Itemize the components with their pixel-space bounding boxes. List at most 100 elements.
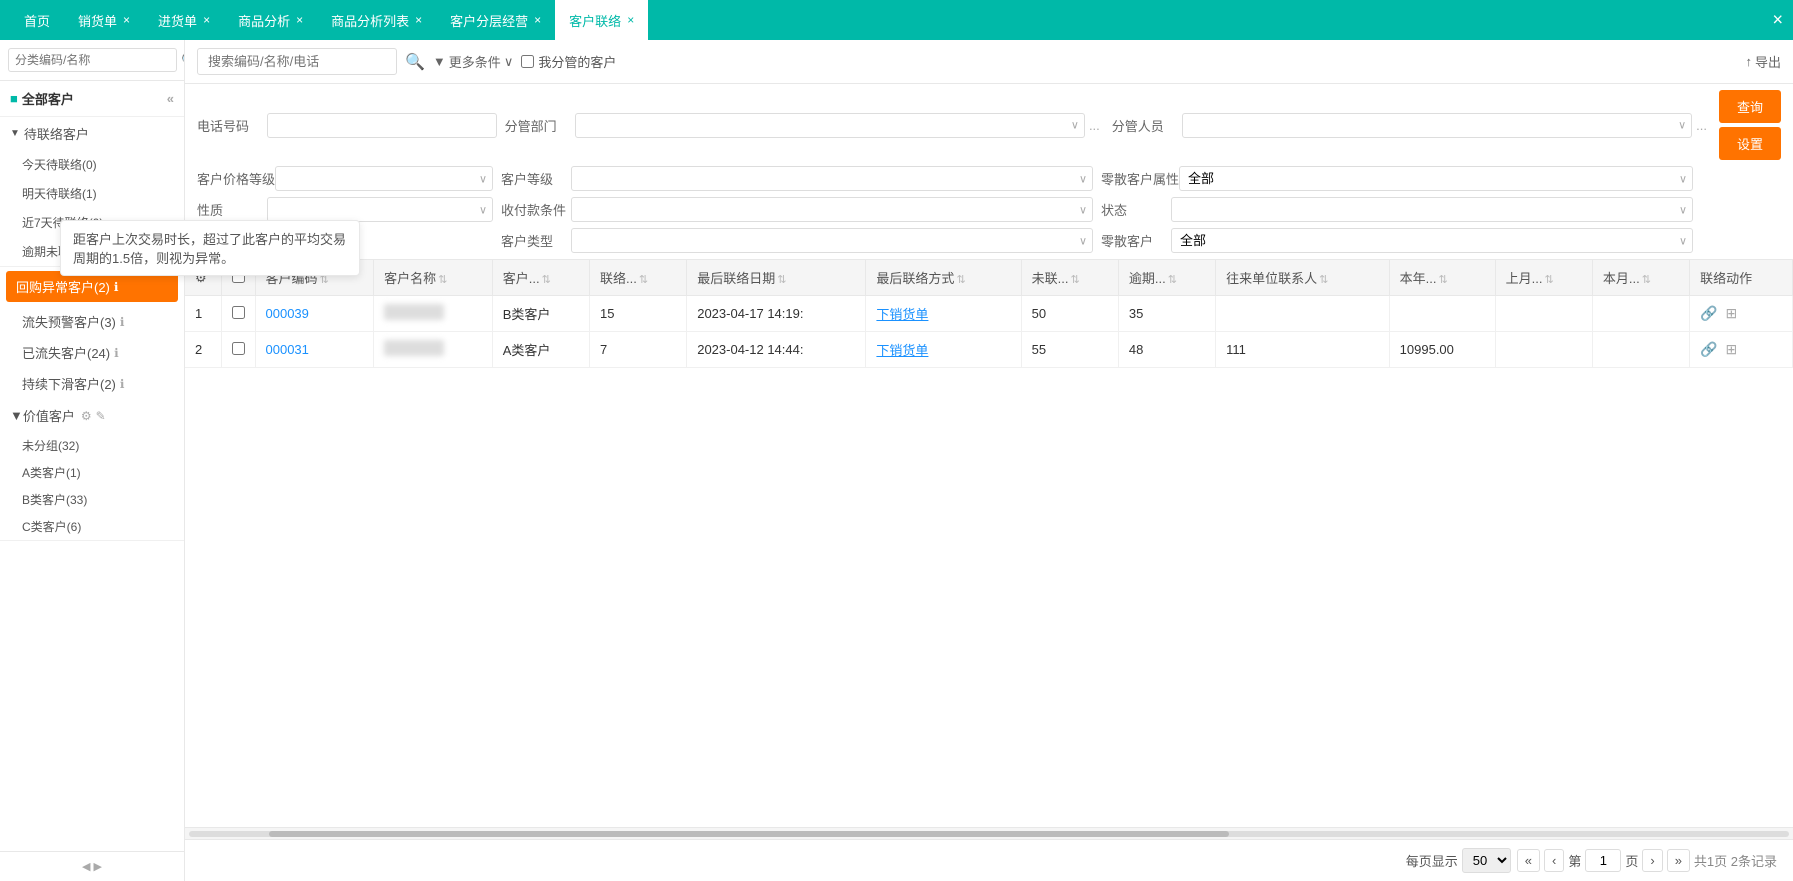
value-edit-icon[interactable]: ✎ bbox=[96, 409, 106, 423]
my-customer-filter[interactable]: 我分管的客户 bbox=[521, 52, 616, 71]
sidebar-lost-warning[interactable]: 流失预警客户(3) ℹ bbox=[0, 306, 184, 337]
close-customer-segment[interactable]: × bbox=[534, 13, 541, 27]
th-liaison[interactable]: 往来单位联系人⇅ bbox=[1216, 260, 1390, 296]
nav-customer-segment[interactable]: 客户分层经营 × bbox=[436, 0, 555, 40]
dept-select[interactable] bbox=[575, 113, 1085, 138]
export-button[interactable]: ↑ 导出 bbox=[1745, 52, 1781, 71]
nav-product-analysis-list[interactable]: 商品分析列表 × bbox=[317, 0, 436, 40]
th-action[interactable]: 联络动作 bbox=[1690, 260, 1793, 296]
page-number-input[interactable] bbox=[1585, 849, 1621, 872]
value-customer-title[interactable]: ▼ 价值客户 ⚙ ✎ bbox=[0, 399, 184, 432]
customer-type-select[interactable] bbox=[571, 228, 1093, 253]
nav-purchase-order[interactable]: 进货单 × bbox=[144, 0, 224, 40]
table-body: 1 000039 B类客户 15 2023-04-17 14:19: 下销货单 … bbox=[185, 296, 1793, 368]
pending-contact-title[interactable]: ▼ 待联络客户 bbox=[0, 117, 184, 150]
cell-action[interactable]: 🔗 ⊞ bbox=[1690, 296, 1793, 332]
horizontal-scrollbar[interactable] bbox=[185, 827, 1793, 839]
th-contact[interactable]: 联络...⇅ bbox=[589, 260, 686, 296]
close-product-analysis[interactable]: × bbox=[296, 13, 303, 27]
data-table-wrap: ⚙ 客户编码⇅ 客户名称⇅ 客户...⇅ 联络...⇅ 最后联络日期⇅ 最后联络… bbox=[185, 260, 1793, 827]
th-type[interactable]: 客户...⇅ bbox=[492, 260, 589, 296]
my-customer-checkbox[interactable] bbox=[521, 55, 534, 68]
scroll-thumb[interactable] bbox=[269, 831, 1229, 837]
th-this-month[interactable]: 本月...⇅ bbox=[1592, 260, 1689, 296]
action-link-icon[interactable]: 🔗 bbox=[1700, 305, 1717, 322]
cell-last-date: 2023-04-12 14:44: bbox=[687, 332, 866, 368]
close-purchase-order[interactable]: × bbox=[203, 13, 210, 27]
nav-sales-order[interactable]: 销货单 × bbox=[64, 0, 144, 40]
row-checkbox[interactable] bbox=[232, 342, 245, 355]
pay-term-select[interactable] bbox=[571, 197, 1093, 222]
close-product-analysis-list[interactable]: × bbox=[415, 13, 422, 27]
per-page-select[interactable]: 50 bbox=[1462, 848, 1511, 873]
already-lost-info-icon[interactable]: ℹ bbox=[114, 346, 119, 360]
cell-last-method[interactable]: 下销货单 bbox=[866, 296, 1021, 332]
cell-checkbox[interactable] bbox=[221, 332, 255, 368]
main-search-button[interactable]: 🔍 bbox=[405, 52, 425, 72]
grade-select-wrap: ∨ bbox=[571, 166, 1093, 191]
sidebar-tomorrow-pending[interactable]: 明天待联络(1) bbox=[0, 179, 184, 208]
close-window-button[interactable]: × bbox=[1772, 10, 1783, 31]
cell-name bbox=[374, 296, 493, 332]
th-overdue[interactable]: 逾期...⇅ bbox=[1118, 260, 1215, 296]
customer-type-label: 客户类型 bbox=[501, 231, 571, 250]
close-sales-order[interactable]: × bbox=[123, 13, 130, 27]
cell-checkbox[interactable] bbox=[221, 296, 255, 332]
next-page-button[interactable]: › bbox=[1642, 849, 1662, 872]
sidebar-already-lost[interactable]: 已流失客户(24) ℹ bbox=[0, 337, 184, 368]
last-page-button[interactable]: » bbox=[1667, 849, 1690, 872]
action-grid-icon[interactable]: ⊞ bbox=[1726, 305, 1738, 322]
cell-action[interactable]: 🔗 ⊞ bbox=[1690, 332, 1793, 368]
sidebar-declining[interactable]: 持续下滑客户(2) ℹ bbox=[0, 368, 184, 399]
retail-attr-select[interactable]: 全部 bbox=[1179, 166, 1693, 191]
lost-warning-info-icon[interactable]: ℹ bbox=[120, 315, 125, 329]
status-select[interactable] bbox=[1171, 197, 1693, 222]
scroll-track[interactable] bbox=[189, 831, 1789, 837]
sidebar-a-class[interactable]: A类客户(1) bbox=[0, 459, 184, 486]
prev-page-button[interactable]: ‹ bbox=[1544, 849, 1564, 872]
th-last-method[interactable]: 最后联络方式⇅ bbox=[866, 260, 1021, 296]
price-grade-select[interactable] bbox=[275, 166, 493, 191]
cell-this-month bbox=[1592, 332, 1689, 368]
action-grid-icon[interactable]: ⊞ bbox=[1726, 341, 1738, 358]
query-button[interactable]: 查询 bbox=[1719, 90, 1781, 123]
grade-select[interactable] bbox=[571, 166, 1093, 191]
settings-button[interactable]: 设置 bbox=[1719, 127, 1781, 160]
row-checkbox[interactable] bbox=[232, 306, 245, 319]
first-page-button[interactable]: « bbox=[1517, 849, 1540, 872]
more-conditions-button[interactable]: ▼ 更多条件 ∨ bbox=[433, 52, 513, 71]
abnormal-info-icon[interactable]: ℹ bbox=[114, 280, 119, 294]
close-customer-contact[interactable]: × bbox=[627, 13, 634, 27]
value-settings-icon[interactable]: ⚙ bbox=[81, 409, 92, 423]
sidebar-collapse-icon[interactable]: « bbox=[167, 91, 174, 106]
filter-icon: ▼ bbox=[433, 54, 446, 69]
person-select[interactable] bbox=[1182, 113, 1692, 138]
retail-customer-select[interactable]: 全部 bbox=[1171, 228, 1693, 253]
filter-section: 电话号码 分管部门 ∨ ... 分管人员 ∨ bbox=[185, 84, 1793, 260]
th-last-date[interactable]: 最后联络日期⇅ bbox=[687, 260, 866, 296]
sidebar-unclassified[interactable]: 未分组(32) bbox=[0, 432, 184, 459]
nav-home[interactable]: 首页 bbox=[10, 0, 64, 40]
sidebar-expand-btn[interactable]: ◀ ▶ bbox=[82, 860, 102, 873]
phone-filter: 电话号码 bbox=[197, 113, 497, 138]
cell-code: 000039 bbox=[255, 296, 374, 332]
declining-info-icon[interactable]: ℹ bbox=[120, 377, 125, 391]
person-dots[interactable]: ... bbox=[1692, 118, 1711, 133]
cell-last-method[interactable]: 下销货单 bbox=[866, 332, 1021, 368]
sidebar-today-pending[interactable]: 今天待联络(0) bbox=[0, 150, 184, 179]
th-name[interactable]: 客户名称⇅ bbox=[374, 260, 493, 296]
th-uncontacted[interactable]: 未联...⇅ bbox=[1021, 260, 1118, 296]
action-link-icon[interactable]: 🔗 bbox=[1700, 341, 1717, 358]
gender-select[interactable] bbox=[267, 197, 493, 222]
nav-customer-contact[interactable]: 客户联络 × bbox=[555, 0, 648, 40]
main-search-input[interactable] bbox=[197, 48, 397, 75]
sidebar-c-class[interactable]: C类客户(6) bbox=[0, 513, 184, 540]
dept-dots[interactable]: ... bbox=[1085, 118, 1104, 133]
phone-input[interactable] bbox=[267, 113, 497, 138]
th-last-month[interactable]: 上月...⇅ bbox=[1495, 260, 1592, 296]
th-this-year[interactable]: 本年...⇅ bbox=[1389, 260, 1495, 296]
nav-product-analysis[interactable]: 商品分析 × bbox=[224, 0, 317, 40]
sidebar-b-class[interactable]: B类客户(33) bbox=[0, 486, 184, 513]
cell-code: 000031 bbox=[255, 332, 374, 368]
category-search-input[interactable] bbox=[8, 48, 177, 72]
